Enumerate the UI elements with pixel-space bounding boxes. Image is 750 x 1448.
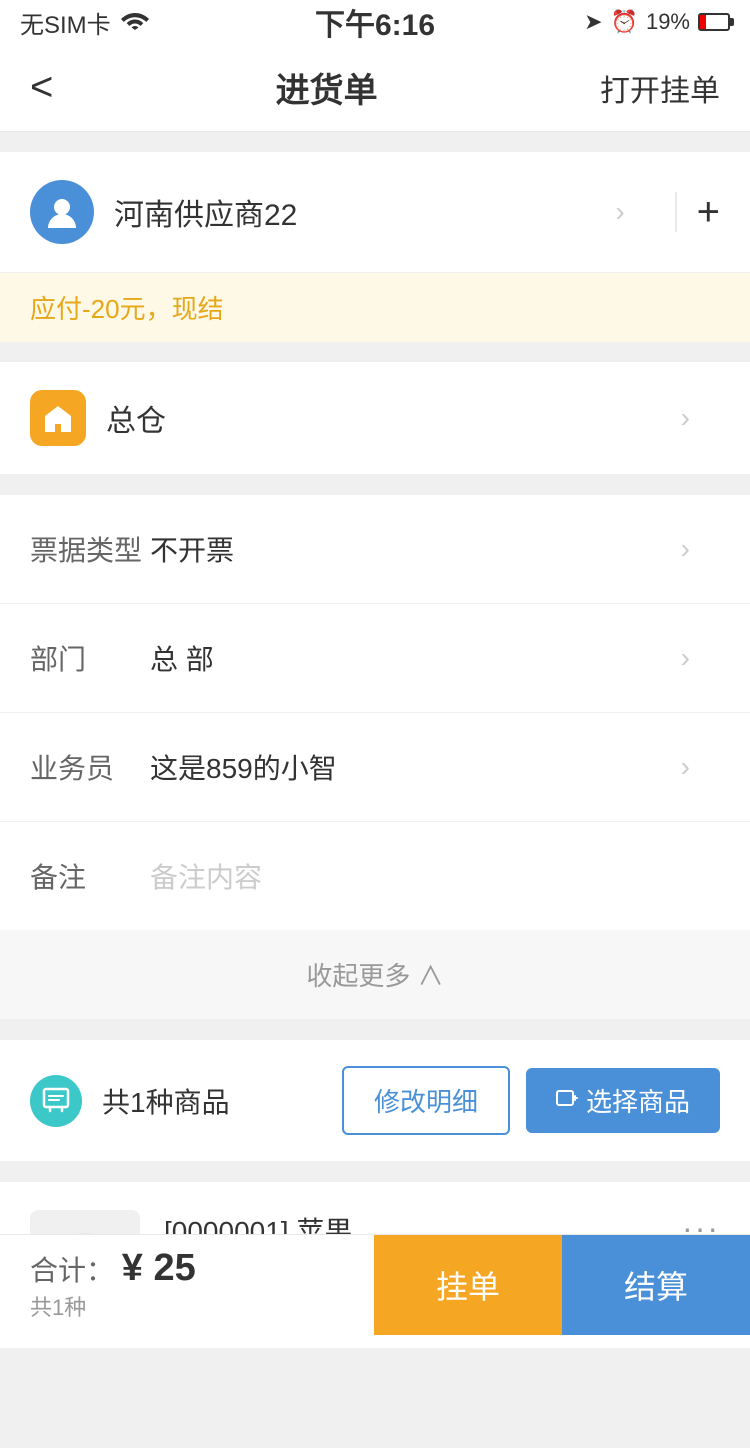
products-header: 共1种商品 修改明细 选择商品 (0, 1039, 750, 1161)
remark-input[interactable]: 备注内容 (150, 856, 720, 896)
cart-icon (42, 1087, 70, 1115)
supplier-chevron-icon: › (615, 196, 624, 228)
status-time: 下午6:16 (315, 0, 435, 44)
person-icon (44, 194, 80, 230)
section-divider-3 (0, 474, 750, 494)
warehouse-section: 总仓 › (0, 362, 750, 474)
total-amount: ¥ 25 (122, 1247, 196, 1289)
collapse-label: 收起更多 ∧ (306, 961, 443, 991)
remark-label: 备注 (30, 856, 150, 896)
collapse-row[interactable]: 收起更多 ∧ (0, 930, 750, 1019)
status-bar: 无SIM卡 下午6:16 ➤ ⏰ 19% (0, 0, 750, 44)
battery-text: 19% (646, 9, 690, 35)
select-product-label: 选择商品 (586, 1082, 690, 1119)
department-row[interactable]: 部门 总 部 › (0, 603, 750, 712)
salesperson-chevron-icon: › (681, 751, 690, 783)
wifi-icon (121, 8, 149, 37)
invoice-type-value: 不开票 (150, 529, 681, 569)
warehouse-icon (30, 390, 86, 446)
cart-plus-icon (556, 1090, 578, 1112)
form-section: 票据类型 不开票 › 部门 总 部 › 业务员 这是859的小智 › 备注 备注… (0, 494, 750, 930)
home-icon (43, 404, 73, 432)
notice-bar: 应付-20元，现结 (0, 273, 750, 342)
products-count: 共1种商品 (102, 1081, 342, 1121)
open-hold-button[interactable]: 打开挂单 (600, 66, 720, 110)
section-divider-4 (0, 1019, 750, 1039)
alarm-icon: ⏰ (611, 9, 638, 35)
total-count: 共1种 (30, 1290, 344, 1322)
salesperson-row[interactable]: 业务员 这是859的小智 › (0, 712, 750, 821)
salesperson-label: 业务员 (30, 747, 150, 787)
department-chevron-icon: › (681, 642, 690, 674)
total-row: 合计： ¥ 25 (30, 1247, 344, 1290)
supplier-section: 河南供应商22 › + 应付-20元，现结 (0, 152, 750, 342)
nav-bar: < 进货单 打开挂单 (0, 44, 750, 132)
back-button[interactable]: < (30, 65, 53, 110)
location-icon: ➤ (584, 9, 602, 35)
warehouse-chevron-icon: › (681, 402, 690, 434)
remark-row[interactable]: 备注 备注内容 (0, 821, 750, 930)
checkout-button[interactable]: 结算 (562, 1235, 750, 1335)
status-right: ➤ ⏰ 19% (584, 9, 730, 35)
page-title: 进货单 (276, 63, 378, 112)
section-divider-2 (0, 342, 750, 362)
notice-text: 应付-20元，现结 (30, 294, 224, 324)
total-section: 合计： ¥ 25 共1种 (0, 1247, 374, 1322)
status-left: 无SIM卡 (20, 5, 149, 40)
warehouse-row[interactable]: 总仓 › (0, 362, 750, 474)
bottom-spacer (0, 1348, 750, 1448)
bottom-bar: 合计： ¥ 25 共1种 挂单 结算 (0, 1234, 750, 1334)
department-value: 总 部 (150, 638, 681, 678)
supplier-avatar (30, 180, 94, 244)
select-product-button[interactable]: 选择商品 (526, 1068, 720, 1133)
invoice-type-chevron-icon: › (681, 533, 690, 565)
add-supplier-button[interactable]: + (697, 190, 720, 235)
products-icon (30, 1075, 82, 1127)
section-divider-1 (0, 132, 750, 152)
edit-detail-button[interactable]: 修改明细 (342, 1066, 510, 1135)
invoice-type-row[interactable]: 票据类型 不开票 › (0, 494, 750, 603)
salesperson-value: 这是859的小智 (150, 747, 681, 787)
supplier-row[interactable]: 河南供应商22 › + (0, 152, 750, 273)
carrier-text: 无SIM卡 (20, 5, 111, 40)
supplier-divider (675, 192, 677, 232)
supplier-name: 河南供应商22 (114, 190, 615, 234)
hold-button[interactable]: 挂单 (374, 1235, 562, 1335)
invoice-type-label: 票据类型 (30, 529, 150, 569)
warehouse-name: 总仓 (106, 396, 681, 440)
department-label: 部门 (30, 638, 150, 678)
total-label: 合计： (30, 1255, 114, 1286)
battery-icon (698, 13, 730, 31)
